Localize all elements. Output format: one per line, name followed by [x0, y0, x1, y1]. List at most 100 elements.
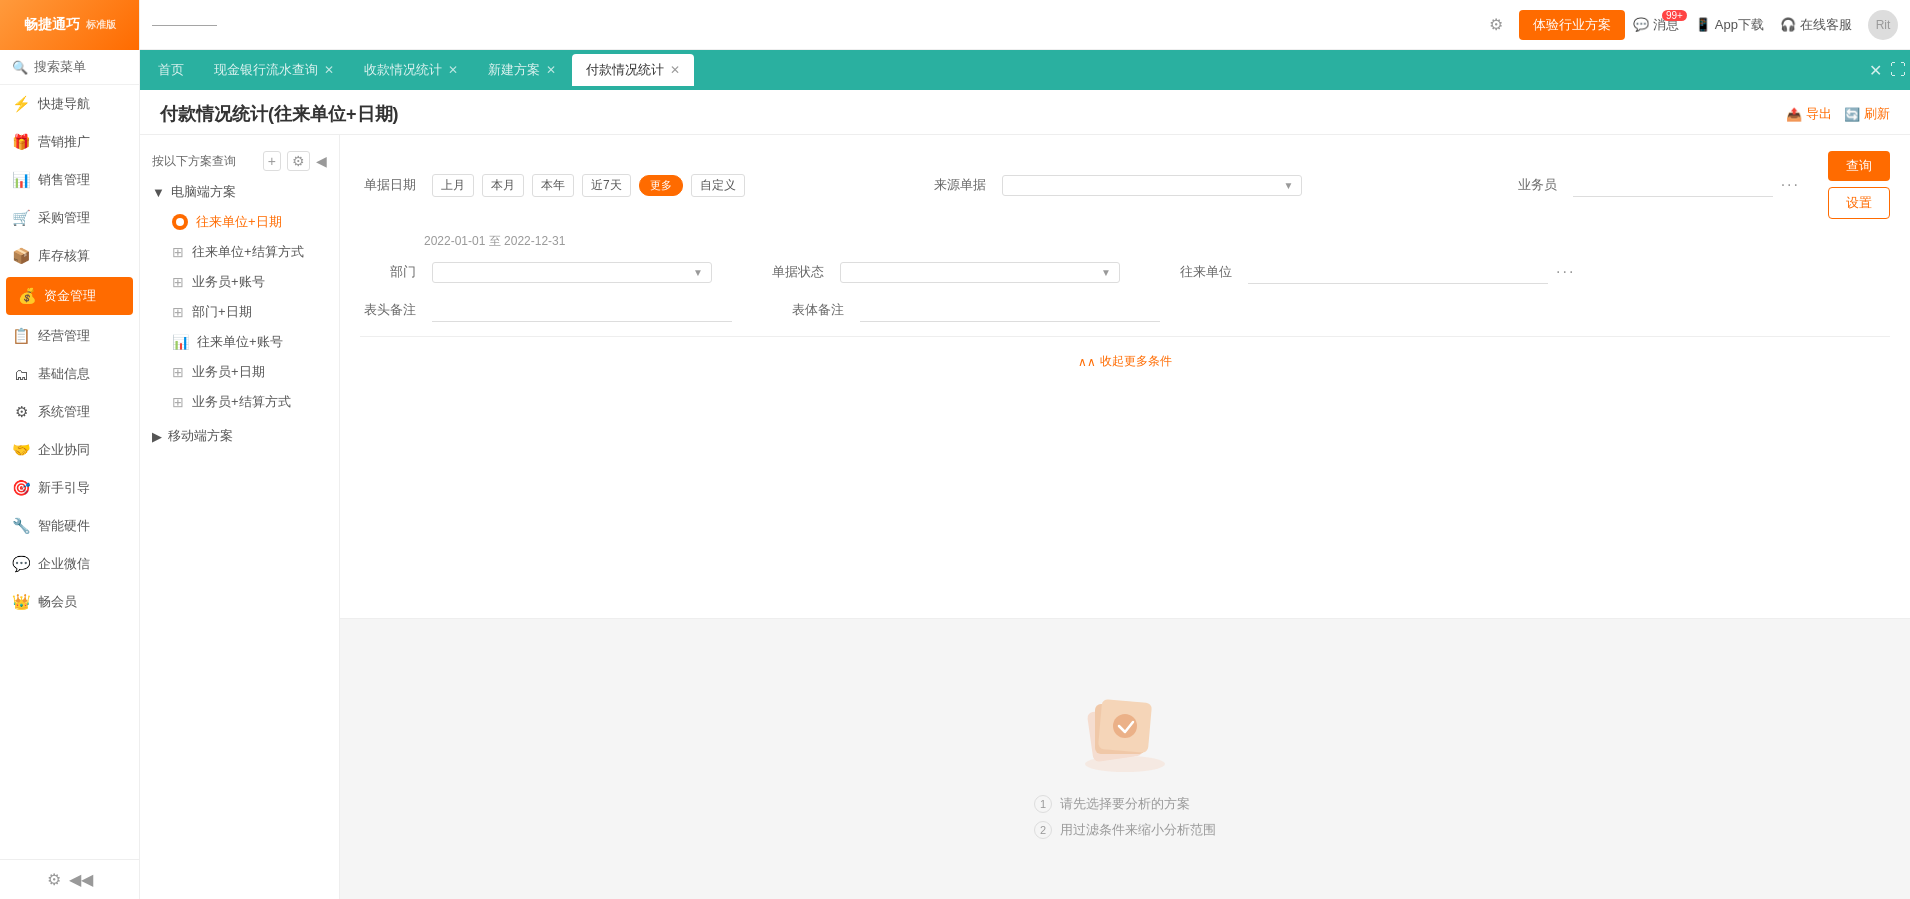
scheme-group-header-desktop[interactable]: ▼电脑端方案: [140, 177, 339, 207]
scheme-icon-staff-account: ⊞: [172, 274, 184, 290]
scheme-icon-partner-account: 📊: [172, 334, 189, 350]
scheme-group-desktop: ▼电脑端方案往来单位+日期⊞往来单位+结算方式⊞业务员+账号⊞部门+日期📊往来单…: [140, 177, 339, 417]
sidebar-search[interactable]: 🔍 搜索菜单: [0, 50, 139, 85]
collapse-panel-btn[interactable]: ◀: [316, 153, 327, 169]
date-btn-更多[interactable]: 更多: [639, 175, 683, 196]
staff-input[interactable]: [1573, 173, 1773, 197]
export-label: 导出: [1806, 105, 1832, 123]
left-panel: 按以下方案查询 + ⚙ ◀ ▼电脑端方案往来单位+日期⊞往来单位+结算方式⊞业务…: [140, 135, 340, 899]
app-download-btn[interactable]: 📱 App下载: [1695, 16, 1764, 34]
source-chevron-down-icon: ▼: [1283, 180, 1293, 191]
collapse-icon[interactable]: ◀◀: [69, 870, 93, 889]
filter-row-date: 单据日期 上月本月本年近7天更多自定义 来源单据 ▼ 业务员 ···: [360, 151, 1890, 219]
sidebar-item-quick-nav[interactable]: ⚡快捷导航: [0, 85, 139, 123]
staff-more-btn[interactable]: ···: [1781, 176, 1800, 194]
trial-btn[interactable]: 体验行业方案: [1519, 10, 1625, 40]
sidebar-item-guide[interactable]: 🎯新手引导: [0, 469, 139, 507]
page-title: 付款情况统计(往来单位+日期): [160, 102, 399, 126]
sidebar-item-purchase[interactable]: 🛒采购管理: [0, 199, 139, 237]
sidebar-item-member[interactable]: 👑畅会员: [0, 583, 139, 621]
tab-close-collection[interactable]: ✕: [448, 63, 458, 77]
dept-label: 部门: [360, 263, 416, 281]
avatar[interactable]: Rit: [1868, 10, 1898, 40]
scheme-item-label-partner-date: 往来单位+日期: [196, 213, 282, 231]
table-body-note-input[interactable]: [860, 298, 1160, 322]
scheme-icon-staff-date: ⊞: [172, 364, 184, 380]
sidebar-label-wechat: 企业微信: [38, 555, 90, 573]
tab-close-payment-stats[interactable]: ✕: [670, 63, 680, 77]
tab-label-bank-flow: 现金银行流水查询: [214, 61, 318, 79]
scheme-settings-btn[interactable]: ⚙: [287, 151, 310, 171]
tab-new-scheme[interactable]: 新建方案✕: [474, 54, 570, 86]
tab-bank-flow[interactable]: 现金银行流水查询 ✕: [200, 54, 348, 86]
collapse-conditions-row: ∧∧ 收起更多条件: [360, 336, 1890, 386]
avatar-text: Rit: [1876, 18, 1891, 32]
main: ――――― ⚙ 体验行业方案 💬 消息 99+ 📱 App下载 🎧 在线客服 R…: [140, 0, 1910, 899]
scheme-item-partner-settle[interactable]: ⊞往来单位+结算方式: [140, 237, 339, 267]
settings-icon[interactable]: ⚙: [47, 870, 61, 889]
collapse-conditions-btn[interactable]: ∧∧ 收起更多条件: [368, 345, 1882, 378]
tabs-bar: 首页现金银行流水查询✕收款情况统计✕新建方案✕付款情况统计✕ ✕ ⛶: [140, 50, 1910, 90]
sidebar-logo: 畅捷通巧 标准版: [0, 0, 139, 50]
date-btn-近7天[interactable]: 近7天: [582, 174, 631, 197]
table-header-note-input[interactable]: [432, 298, 732, 322]
partner-more-btn[interactable]: ···: [1556, 263, 1575, 281]
message-btn[interactable]: 💬 消息 99+: [1633, 16, 1679, 34]
sidebar-item-operations[interactable]: 📋经营管理: [0, 317, 139, 355]
body-layout: 按以下方案查询 + ⚙ ◀ ▼电脑端方案往来单位+日期⊞往来单位+结算方式⊞业务…: [140, 135, 1910, 899]
refresh-btn[interactable]: 🔄 刷新: [1844, 105, 1890, 123]
tab-home[interactable]: 首页: [144, 54, 198, 86]
date-btn-上月[interactable]: 上月: [432, 174, 474, 197]
sidebar-item-basic-info[interactable]: 🗂基础信息: [0, 355, 139, 393]
tab-payment-stats[interactable]: 付款情况统计✕: [572, 54, 694, 86]
date-range-display: 2022-01-01 至 2022-12-31: [360, 233, 1890, 250]
collapse-icon: ∧∧: [1078, 355, 1096, 369]
date-btn-本月[interactable]: 本月: [482, 174, 524, 197]
sidebar-item-capital[interactable]: 💰资金管理: [6, 277, 133, 315]
sidebar-label-hardware: 智能硬件: [38, 517, 90, 535]
topnav-title: ―――――: [152, 17, 1481, 32]
online-service-btn[interactable]: 🎧 在线客服: [1780, 16, 1852, 34]
date-btn-自定义[interactable]: 自定义: [691, 174, 745, 197]
source-select[interactable]: ▼: [1002, 175, 1302, 196]
sidebar-icon-member: 👑: [12, 593, 30, 611]
tab-collection[interactable]: 收款情况统计✕: [350, 54, 472, 86]
topnav-settings-icon[interactable]: ⚙: [1489, 15, 1503, 34]
sidebar-item-hardware[interactable]: 🔧 智能硬件: [0, 507, 139, 545]
sidebar-icon-cooperation: 🤝: [12, 441, 30, 459]
sidebar-icon-hardware: 🔧: [12, 517, 30, 535]
close-tab-icon[interactable]: ✕: [1869, 61, 1882, 80]
query-btn[interactable]: 查询: [1828, 151, 1890, 181]
sidebar-item-marketing[interactable]: 🎁营销推广: [0, 123, 139, 161]
tab-close-bank-flow[interactable]: ✕: [324, 63, 334, 77]
sidebar-item-sales[interactable]: 📊销售管理: [0, 161, 139, 199]
partner-input[interactable]: [1248, 260, 1548, 284]
scheme-icon-dept-date: ⊞: [172, 304, 184, 320]
sidebar-icon-purchase: 🛒: [12, 209, 30, 227]
scheme-item-staff-date[interactable]: ⊞业务员+日期: [140, 357, 339, 387]
tab-close-new-scheme[interactable]: ✕: [546, 63, 556, 77]
scheme-group-header-mobile[interactable]: ▶移动端方案: [140, 421, 339, 451]
app-label: App下载: [1715, 16, 1764, 34]
sidebar-item-system[interactable]: ⚙系统管理: [0, 393, 139, 431]
export-btn[interactable]: 📤 导出: [1786, 105, 1832, 123]
sidebar-item-inventory[interactable]: 📦库存核算: [0, 237, 139, 275]
maximize-icon[interactable]: ⛶: [1890, 61, 1906, 79]
add-scheme-btn[interactable]: +: [263, 151, 281, 171]
scheme-item-partner-date[interactable]: 往来单位+日期: [140, 207, 339, 237]
scheme-item-partner-account[interactable]: 📊往来单位+账号: [140, 327, 339, 357]
sidebar-label-sales: 销售管理: [38, 171, 90, 189]
date-btn-本年[interactable]: 本年: [532, 174, 574, 197]
voucher-status-select[interactable]: ▼: [840, 262, 1120, 283]
scheme-item-label-partner-settle: 往来单位+结算方式: [192, 243, 304, 261]
sidebar-item-cooperation[interactable]: 🤝企业协同: [0, 431, 139, 469]
date-range-text: 2022-01-01 至 2022-12-31: [424, 234, 565, 248]
sidebar-icon-wechat: 💬: [12, 555, 30, 573]
sidebar-icon-marketing: 🎁: [12, 133, 30, 151]
scheme-item-staff-account[interactable]: ⊞业务员+账号: [140, 267, 339, 297]
filter-settings-btn[interactable]: 设置: [1828, 187, 1890, 219]
scheme-item-staff-settle[interactable]: ⊞业务员+结算方式: [140, 387, 339, 417]
scheme-item-dept-date[interactable]: ⊞部门+日期: [140, 297, 339, 327]
dept-select[interactable]: ▼: [432, 262, 712, 283]
sidebar-item-wechat[interactable]: 💬 企业微信: [0, 545, 139, 583]
